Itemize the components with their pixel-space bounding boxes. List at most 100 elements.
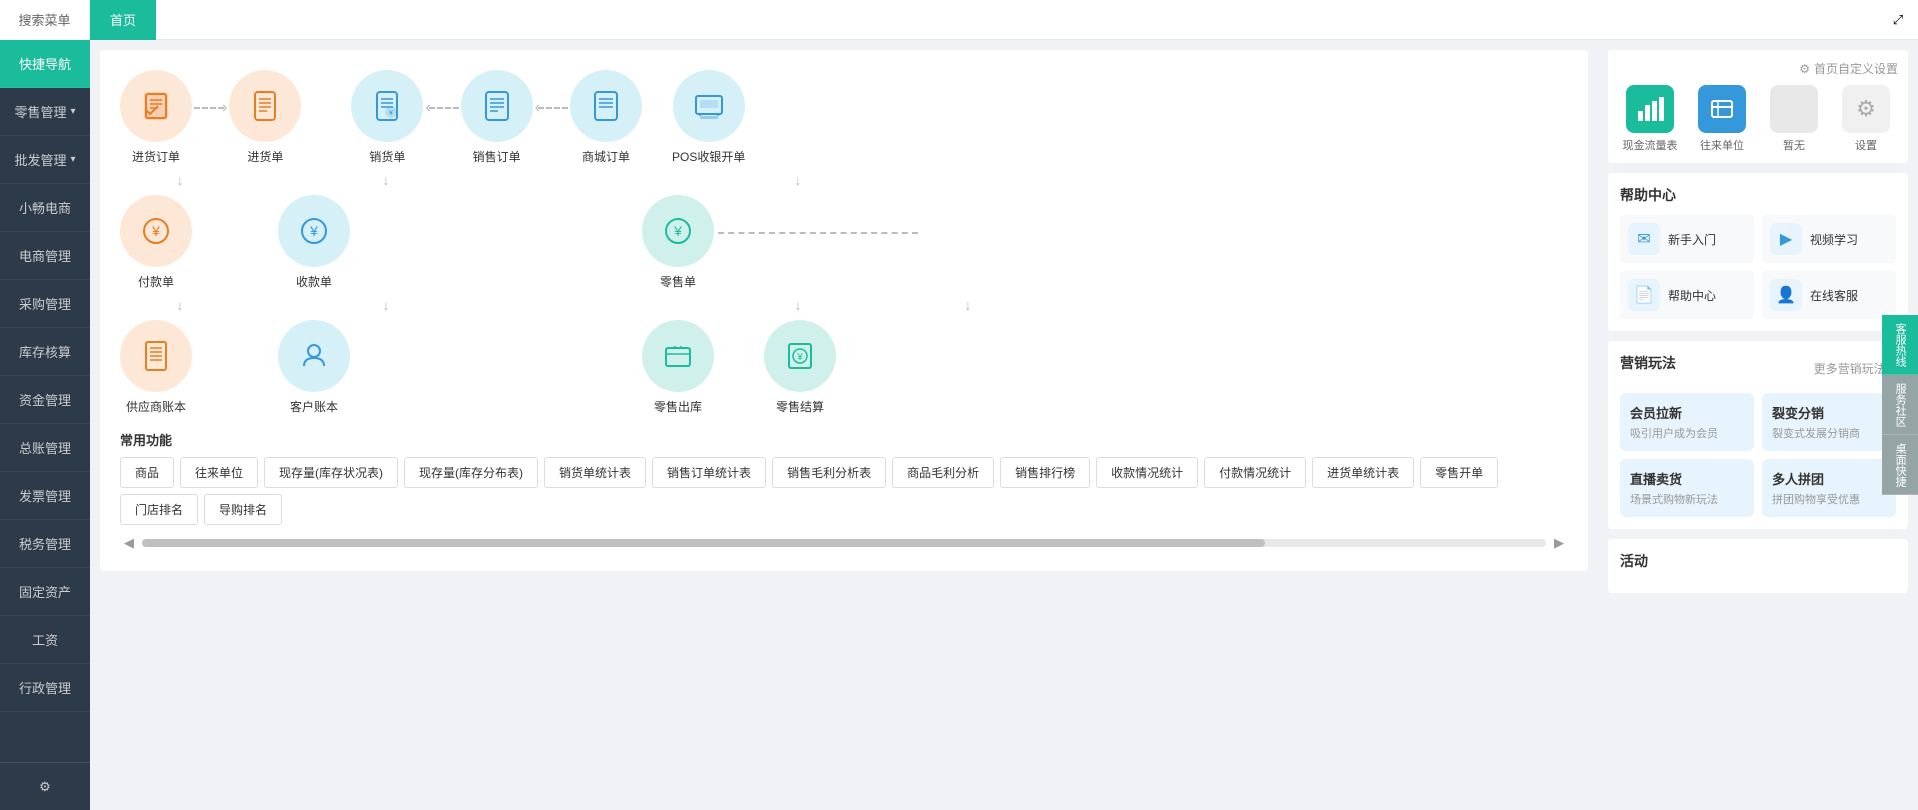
node-shangcheng[interactable]: 商城订单 xyxy=(570,70,642,165)
search-menu[interactable]: 搜索菜单 xyxy=(0,0,90,40)
v-arrow-xiao: ↓ xyxy=(383,165,390,195)
sidebar-item-wholesale[interactable]: 批发管理 ▾ xyxy=(0,136,90,184)
func-btn-1[interactable]: 往来单位 xyxy=(180,457,258,488)
cashflow-icon xyxy=(1626,85,1674,133)
svg-text:¥: ¥ xyxy=(673,223,682,239)
scroll-right-arrow[interactable]: ▶ xyxy=(1550,535,1568,551)
video-icon: ▶ xyxy=(1770,223,1802,255)
func-btn-12[interactable]: 零售开单 xyxy=(1420,457,1498,488)
sidebar-item-ecom-small[interactable]: 小畅电商 xyxy=(0,184,90,232)
help-label-support: 在线客服 xyxy=(1810,287,1858,304)
empty-icon xyxy=(1770,85,1818,133)
help-icon: 📄 xyxy=(1628,279,1660,311)
sidebar-item-assets[interactable]: 固定资产 xyxy=(0,568,90,616)
support-icon: 👤 xyxy=(1770,279,1802,311)
float-btn-community[interactable]: 服务社区 xyxy=(1882,375,1918,435)
func-btn-5[interactable]: 销售订单统计表 xyxy=(652,457,766,488)
func-btn-3[interactable]: 现存量(库存分布表) xyxy=(404,457,538,488)
qa-settings[interactable]: ⚙ 首页自定义设置 xyxy=(1618,60,1898,77)
func-btn-2[interactable]: 现存量(库存状况表) xyxy=(264,457,398,488)
marketing-title-group: 多人拼团 xyxy=(1772,469,1886,488)
node-gongying[interactable]: 供应商账本 xyxy=(120,320,192,415)
quick-access: ⚙ 首页自定义设置 现金流量表 往来单位 xyxy=(1608,50,1908,163)
qa-grid: 现金流量表 往来单位 暂无 ⚙ 设置 xyxy=(1618,85,1898,153)
common-functions-title: 常用功能 xyxy=(120,430,1568,449)
help-card: 帮助中心 ✉ 新手入门 ▶ 视频学习 📄 帮助中心 👤 xyxy=(1608,173,1908,331)
scrollbar-track[interactable] xyxy=(142,539,1546,547)
sidebar-item-finance[interactable]: 资金管理 xyxy=(0,376,90,424)
svg-text:¥: ¥ xyxy=(389,110,393,117)
node-jinghuo-order[interactable]: 进货订单 xyxy=(120,70,192,165)
gear-button[interactable]: ⚙ xyxy=(0,762,90,810)
sidebar-item-purchase[interactable]: 采购管理 xyxy=(0,280,90,328)
node-kehu[interactable]: 客户账本 xyxy=(278,320,350,415)
func-btn-0[interactable]: 商品 xyxy=(120,457,174,488)
home-tab[interactable]: 首页 xyxy=(90,0,156,40)
func-btn-4[interactable]: 销货单统计表 xyxy=(544,457,646,488)
func-btn-14[interactable]: 导购排名 xyxy=(204,494,282,525)
node-fukuan[interactable]: ¥ 付款单 xyxy=(120,195,192,290)
beginner-icon: ✉ xyxy=(1628,223,1660,255)
marketing-item-group[interactable]: 多人拼团 拼团购物享受优惠 xyxy=(1762,459,1896,517)
svg-text:¥: ¥ xyxy=(151,223,160,239)
node-lingshoudan[interactable]: ¥ 零售单 xyxy=(642,195,714,290)
func-btn-10[interactable]: 付款情况统计 xyxy=(1204,457,1306,488)
sidebar-item-ledger[interactable]: 总账管理 xyxy=(0,424,90,472)
top-bar: 搜索菜单 首页 ⤢ xyxy=(0,0,1918,40)
sidebar-item-ecom[interactable]: 电商管理 xyxy=(0,232,90,280)
func-grid: 商品 往来单位 现存量(库存状况表) 现存量(库存分布表) 销货单统计表 销售订… xyxy=(120,457,1568,525)
marketing-title: 营销玩法 xyxy=(1620,353,1676,373)
help-item-beginner[interactable]: ✉ 新手入门 xyxy=(1620,215,1754,263)
marketing-desc-group: 拼团购物享受优惠 xyxy=(1772,491,1886,507)
top-right: ⤢ xyxy=(1888,10,1918,30)
expand-icon[interactable]: ⤢ xyxy=(1888,10,1908,30)
sidebar-item-retail[interactable]: 零售管理 ▾ xyxy=(0,88,90,136)
node-lingshou-cuku[interactable]: 零售出库 xyxy=(642,320,714,415)
node-jinghuo-dan[interactable]: 进货单 xyxy=(229,70,301,165)
activities-title: 活动 xyxy=(1620,551,1896,571)
float-btn-service[interactable]: 客服热线 xyxy=(1882,315,1918,375)
help-item-help[interactable]: 📄 帮助中心 xyxy=(1620,271,1754,319)
qa-label-empty: 暂无 xyxy=(1783,137,1805,153)
marketing-card: 营销玩法 更多营销玩法 > 会员拉新 吸引用户成为会员 裂变分销 裂变式发展分销… xyxy=(1608,341,1908,529)
sidebar-item-tax[interactable]: 税务管理 xyxy=(0,520,90,568)
float-btn-desktop[interactable]: 桌面快捷 xyxy=(1882,435,1918,495)
marketing-item-fission[interactable]: 裂变分销 裂变式发展分销商 xyxy=(1762,393,1896,451)
qa-item-settings[interactable]: ⚙ 设置 xyxy=(1834,85,1898,153)
help-item-support[interactable]: 👤 在线客服 xyxy=(1762,271,1896,319)
qa-settings-label: 首页自定义设置 xyxy=(1814,60,1898,77)
scroll-row: ◀ ▶ xyxy=(120,535,1568,551)
func-btn-6[interactable]: 销售毛利分析表 xyxy=(772,457,886,488)
node-xiao-order[interactable]: 销售订单 xyxy=(461,70,533,165)
scrollbar-thumb xyxy=(142,539,1265,547)
marketing-item-live[interactable]: 直播卖货 场景式购物新玩法 xyxy=(1620,459,1754,517)
node-xiaohuo-dan[interactable]: ¥ 销货单 xyxy=(351,70,423,165)
qa-label-partners: 往来单位 xyxy=(1700,137,1744,153)
sidebar-item-salary[interactable]: 工资 xyxy=(0,616,90,664)
main-layout: 快捷导航 零售管理 ▾ 批发管理 ▾ 小畅电商 电商管理 采购管理 库存核算 资… xyxy=(0,40,1918,810)
func-btn-11[interactable]: 进货单统计表 xyxy=(1312,457,1414,488)
func-btn-8[interactable]: 销售排行榜 xyxy=(1000,457,1090,488)
scroll-left-arrow[interactable]: ◀ xyxy=(120,535,138,551)
help-label-video: 视频学习 xyxy=(1810,231,1858,248)
help-item-video[interactable]: ▶ 视频学习 xyxy=(1762,215,1896,263)
right-panel: ⚙ 首页自定义设置 现金流量表 往来单位 xyxy=(1598,40,1918,810)
func-btn-7[interactable]: 商品毛利分析 xyxy=(892,457,994,488)
qa-item-partners[interactable]: 往来单位 xyxy=(1690,85,1754,153)
func-btn-13[interactable]: 门店排名 xyxy=(120,494,198,525)
marketing-item-member[interactable]: 会员拉新 吸引用户成为会员 xyxy=(1620,393,1754,451)
node-lingshou-jiesuan[interactable]: ¥ 零售结算 xyxy=(764,320,836,415)
sidebar-item-invoice[interactable]: 发票管理 xyxy=(0,472,90,520)
help-grid: ✉ 新手入门 ▶ 视频学习 📄 帮助中心 👤 在线客服 xyxy=(1620,215,1896,319)
sidebar-item-admin[interactable]: 行政管理 xyxy=(0,664,90,712)
qa-item-cashflow[interactable]: 现金流量表 xyxy=(1618,85,1682,153)
qa-label-settings: 设置 xyxy=(1855,137,1877,153)
marketing-desc-fission: 裂变式发展分销商 xyxy=(1772,425,1886,441)
sidebar-item-inventory[interactable]: 库存核算 xyxy=(0,328,90,376)
node-pos[interactable]: POS收银开单 xyxy=(672,70,745,165)
func-btn-9[interactable]: 收款情况统计 xyxy=(1096,457,1198,488)
node-shoukuan[interactable]: ¥ 收款单 xyxy=(278,195,350,290)
help-label-beginner: 新手入门 xyxy=(1668,231,1716,248)
qa-item-empty[interactable]: 暂无 xyxy=(1762,85,1826,153)
sidebar-item-quicknav[interactable]: 快捷导航 xyxy=(0,40,90,88)
